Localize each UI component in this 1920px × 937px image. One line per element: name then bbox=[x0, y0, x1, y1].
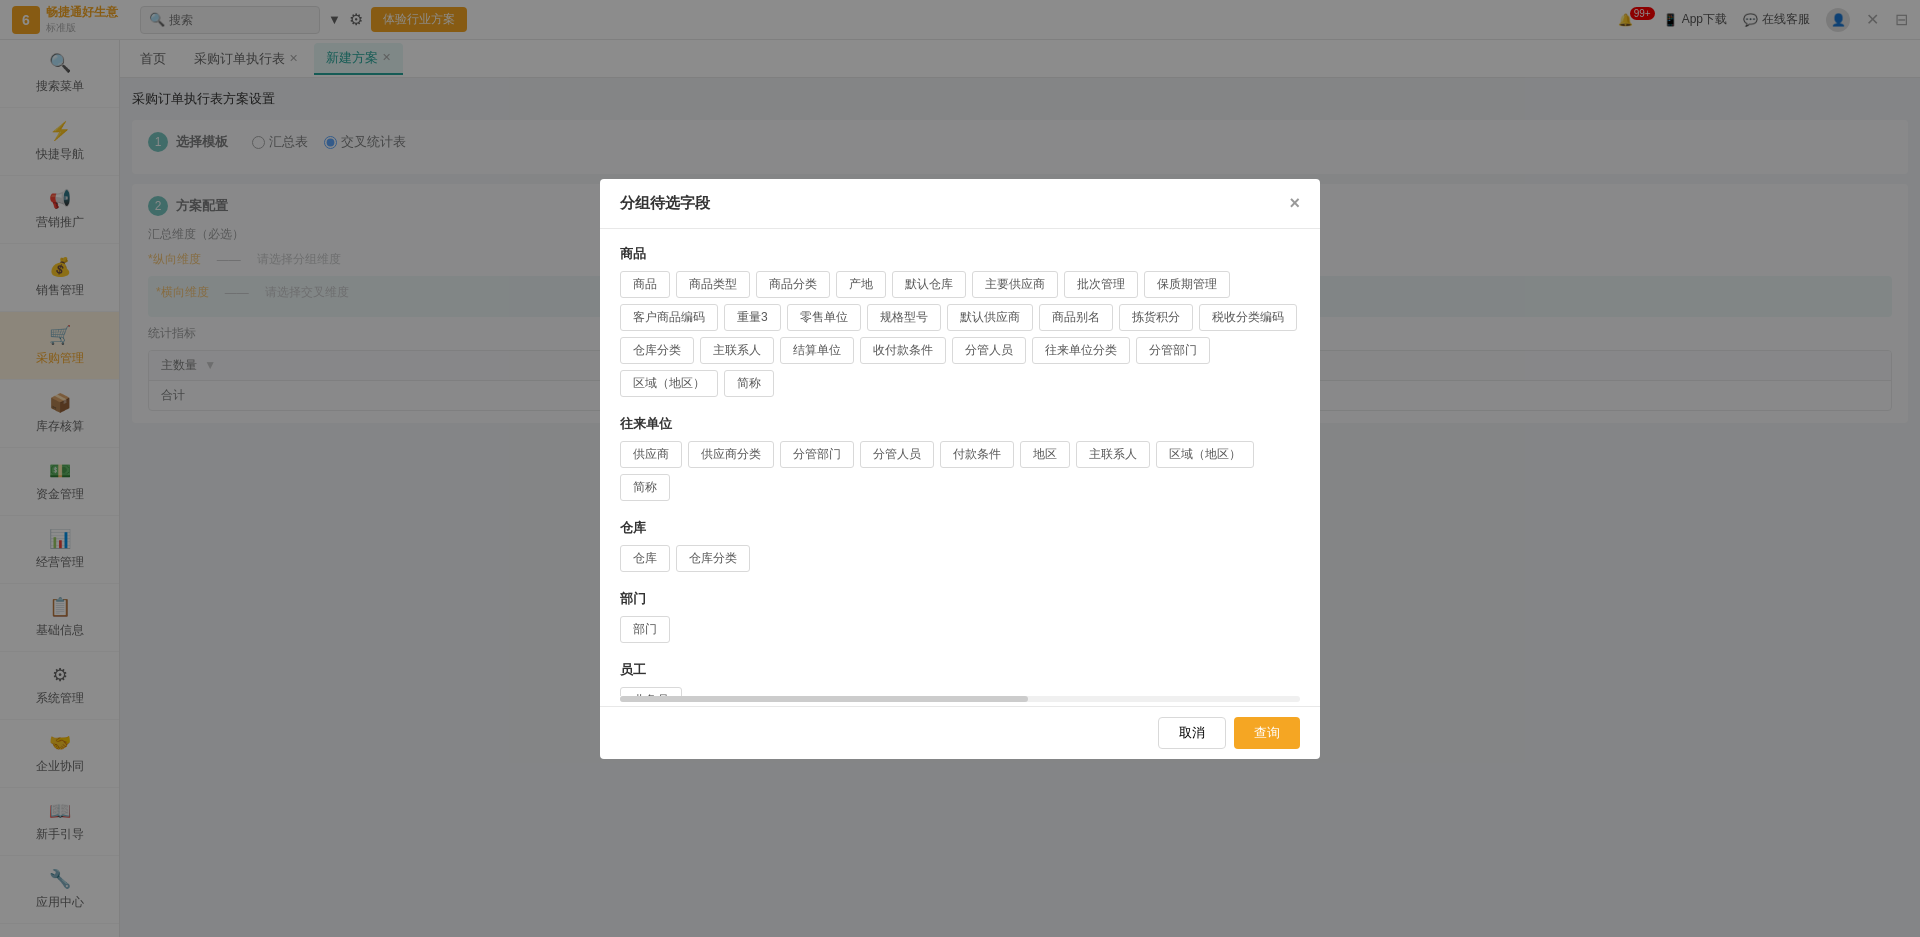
tag-goods-4[interactable]: 默认仓库 bbox=[892, 271, 966, 298]
section-partner-label: 往来单位 bbox=[620, 415, 1300, 433]
tag-goods-12[interactable]: 默认供应商 bbox=[947, 304, 1033, 331]
modal-title: 分组待选字段 bbox=[620, 194, 710, 213]
section-employee-label: 员工 bbox=[620, 661, 1300, 679]
tag-goods-6[interactable]: 批次管理 bbox=[1064, 271, 1138, 298]
modal-overlay: 分组待选字段 × 商品 商品 商品类型 商品分类 产地 默认仓库 主要供应商 批… bbox=[0, 0, 1920, 937]
tag-goods-19[interactable]: 收付款条件 bbox=[860, 337, 946, 364]
section-warehouse-tags: 仓库 仓库分类 bbox=[620, 545, 1300, 572]
modal-cancel-btn[interactable]: 取消 bbox=[1158, 717, 1226, 749]
tag-partner-6[interactable]: 主联系人 bbox=[1076, 441, 1150, 468]
tag-goods-9[interactable]: 重量3 bbox=[724, 304, 781, 331]
tag-goods-1[interactable]: 商品类型 bbox=[676, 271, 750, 298]
modal-confirm-btn[interactable]: 查询 bbox=[1234, 717, 1300, 749]
section-warehouse: 仓库 仓库 仓库分类 bbox=[620, 519, 1300, 572]
tag-goods-22[interactable]: 分管部门 bbox=[1136, 337, 1210, 364]
tag-goods-21[interactable]: 往来单位分类 bbox=[1032, 337, 1130, 364]
modal-header: 分组待选字段 × bbox=[600, 179, 1320, 229]
tag-goods-14[interactable]: 拣货积分 bbox=[1119, 304, 1193, 331]
tag-employee-0[interactable]: 业务员 bbox=[620, 687, 682, 696]
tag-goods-3[interactable]: 产地 bbox=[836, 271, 886, 298]
tag-goods-2[interactable]: 商品分类 bbox=[756, 271, 830, 298]
section-employee-tags: 业务员 bbox=[620, 687, 1300, 696]
tag-partner-1[interactable]: 供应商分类 bbox=[688, 441, 774, 468]
tag-warehouse-1[interactable]: 仓库分类 bbox=[676, 545, 750, 572]
tag-goods-10[interactable]: 零售单位 bbox=[787, 304, 861, 331]
section-partner-tags: 供应商 供应商分类 分管部门 分管人员 付款条件 地区 主联系人 区域（地区） … bbox=[620, 441, 1300, 501]
tag-goods-11[interactable]: 规格型号 bbox=[867, 304, 941, 331]
tag-goods-8[interactable]: 客户商品编码 bbox=[620, 304, 718, 331]
tag-partner-7[interactable]: 区域（地区） bbox=[1156, 441, 1254, 468]
tag-goods-5[interactable]: 主要供应商 bbox=[972, 271, 1058, 298]
tag-goods-13[interactable]: 商品别名 bbox=[1039, 304, 1113, 331]
tag-goods-20[interactable]: 分管人员 bbox=[952, 337, 1026, 364]
tag-warehouse-0[interactable]: 仓库 bbox=[620, 545, 670, 572]
tag-goods-0[interactable]: 商品 bbox=[620, 271, 670, 298]
tag-partner-5[interactable]: 地区 bbox=[1020, 441, 1070, 468]
hscroll-thumb bbox=[620, 696, 1028, 702]
modal-hscroll-area bbox=[600, 696, 1320, 706]
tag-goods-16[interactable]: 仓库分类 bbox=[620, 337, 694, 364]
section-department: 部门 部门 bbox=[620, 590, 1300, 643]
section-goods-tags: 商品 商品类型 商品分类 产地 默认仓库 主要供应商 批次管理 保质期管理 客户… bbox=[620, 271, 1300, 397]
tag-goods-7[interactable]: 保质期管理 bbox=[1144, 271, 1230, 298]
tag-department-0[interactable]: 部门 bbox=[620, 616, 670, 643]
tag-goods-15[interactable]: 税收分类编码 bbox=[1199, 304, 1297, 331]
tag-goods-18[interactable]: 结算单位 bbox=[780, 337, 854, 364]
section-department-tags: 部门 bbox=[620, 616, 1300, 643]
tag-goods-23[interactable]: 区域（地区） bbox=[620, 370, 718, 397]
tag-goods-17[interactable]: 主联系人 bbox=[700, 337, 774, 364]
modal-footer: 取消 查询 bbox=[600, 706, 1320, 759]
tag-partner-2[interactable]: 分管部门 bbox=[780, 441, 854, 468]
section-goods: 商品 商品 商品类型 商品分类 产地 默认仓库 主要供应商 批次管理 保质期管理… bbox=[620, 245, 1300, 397]
modal-close-btn[interactable]: × bbox=[1289, 193, 1300, 214]
modal-body: 商品 商品 商品类型 商品分类 产地 默认仓库 主要供应商 批次管理 保质期管理… bbox=[600, 229, 1320, 696]
section-partner: 往来单位 供应商 供应商分类 分管部门 分管人员 付款条件 地区 主联系人 区域… bbox=[620, 415, 1300, 501]
section-warehouse-label: 仓库 bbox=[620, 519, 1300, 537]
tag-goods-24[interactable]: 简称 bbox=[724, 370, 774, 397]
section-goods-label: 商品 bbox=[620, 245, 1300, 263]
field-select-modal: 分组待选字段 × 商品 商品 商品类型 商品分类 产地 默认仓库 主要供应商 批… bbox=[600, 179, 1320, 759]
tag-partner-4[interactable]: 付款条件 bbox=[940, 441, 1014, 468]
section-department-label: 部门 bbox=[620, 590, 1300, 608]
tag-partner-8[interactable]: 简称 bbox=[620, 474, 670, 501]
section-employee: 员工 业务员 bbox=[620, 661, 1300, 696]
tag-partner-0[interactable]: 供应商 bbox=[620, 441, 682, 468]
tag-partner-3[interactable]: 分管人员 bbox=[860, 441, 934, 468]
